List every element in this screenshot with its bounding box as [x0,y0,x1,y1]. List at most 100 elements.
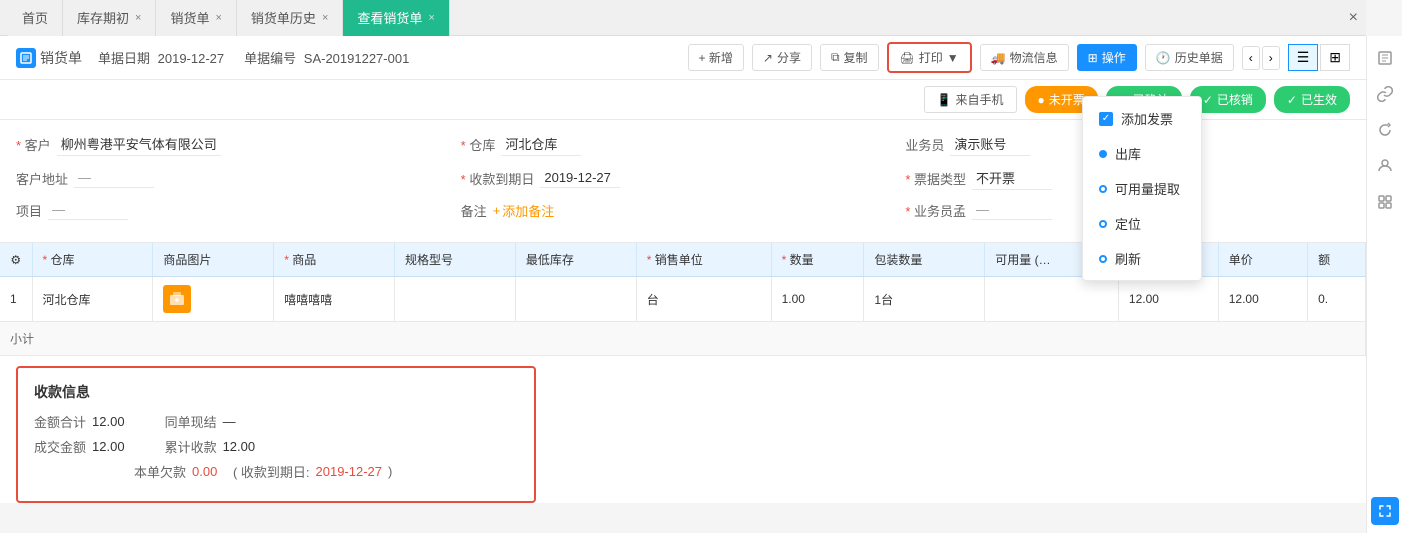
share-button[interactable]: ↗ 分享 [752,44,812,71]
logistics-button[interactable]: 🚚 物流信息 [980,44,1069,71]
sidebar-link-icon[interactable] [1371,80,1399,108]
min-stock-header: 最低库存 [515,243,636,277]
sidebar-user-icon[interactable] [1371,152,1399,180]
tab-view-sales[interactable]: 查看销货单 × [343,0,449,36]
pkg-qty-header: 包装数量 [864,243,985,277]
nav-arrows: ‹ › [1242,46,1280,70]
close-tab-sales[interactable]: × [215,12,221,24]
refresh-radio-icon [1099,255,1107,263]
amount-header: 额 [1308,243,1366,277]
settings-header[interactable]: ⚙ [0,243,32,277]
sidebar-table-icon[interactable] [1371,188,1399,216]
sidebar-expand-icon[interactable] [1371,497,1399,525]
address-field: 客户地址 — [16,168,461,188]
payment-date-field: 收款到期日 2019-12-27 [461,168,906,188]
ticket-type-value[interactable]: 不开票 [972,166,1052,190]
address-value[interactable]: — [74,168,154,188]
payment-title: 收款信息 [34,382,518,402]
row-available[interactable] [985,277,1119,322]
row-pkg-qty[interactable]: 1台 [864,277,985,322]
warehouse-field: 仓库 河北仓库 [461,132,906,156]
share-icon: ↗ [763,51,773,65]
project-label: 项目 [16,201,42,220]
sidebar-rotate-icon[interactable] [1371,116,1399,144]
effective-button[interactable]: ✓ 已生效 [1274,86,1350,113]
close-tab-inventory[interactable]: × [135,12,141,24]
not-open-icon: ● [1038,93,1045,107]
tab-sales[interactable]: 销货单 × [156,0,236,36]
customer-value[interactable]: 柳州粤港平安气体有限公司 [57,132,221,156]
row-unit[interactable]: 台 [636,277,771,322]
dropdown-item-refresh[interactable]: 刷新 [1083,241,1201,276]
global-close-button[interactable]: × [1349,9,1358,27]
history-button[interactable]: 🕐 历史单据 [1145,44,1234,71]
row-product-img [153,277,274,322]
tab-home[interactable]: 首页 [8,0,63,36]
warehouse-header: * 仓库 [32,243,153,277]
copy-icon: ⧉ [831,50,840,65]
toolbar: + 新增 ↗ 分享 ⧉ 复制 🖨 打印 ▼ 🚚 物流信息 [688,42,1350,73]
arrears-value: 0.00 [192,464,217,479]
arrears-note [223,464,227,479]
unit-price-header: 单价 [1218,243,1307,277]
tab-inventory[interactable]: 库存期初 × [63,0,156,36]
add-invoice-label: 添加发票 [1121,109,1173,128]
row-unit-price[interactable]: 12.00 [1218,277,1307,322]
arrears-item: 本单欠款 0.00 ( 收款到期日: 2019-12-27 ) [134,462,392,481]
payment-date-value[interactable]: 2019-12-27 [540,168,620,188]
print-icon: 🖨 [900,51,915,65]
subtotal-label: 小计 [0,322,1366,356]
add-note-button[interactable]: + 添加备注 [493,201,555,220]
product-image [163,285,191,313]
row-product[interactable]: 嘻嘻嘻嘻 [274,277,395,322]
locate-label: 定位 [1115,214,1141,233]
row-spec[interactable] [395,277,516,322]
arrears-label: 本单欠款 [134,462,186,481]
business-staff-value[interactable]: — [972,200,1052,220]
total-label: 金额合计 [34,412,86,431]
row-min-stock[interactable] [515,277,636,322]
tab-sales-history[interactable]: 销货单历史 × [237,0,343,36]
staff-label: 业务员 [905,135,944,154]
row-stock[interactable]: 12.00 [1118,277,1218,322]
cumulative-label: 累计收款 [165,437,217,456]
next-button[interactable]: › [1262,46,1280,70]
row-amount[interactable]: 0. [1308,277,1366,322]
from-phone-button[interactable]: 📱 来自手机 [924,86,1017,113]
dropdown-item-locate[interactable]: 定位 [1083,206,1201,241]
staff-value[interactable]: 演示账号 [950,132,1030,156]
note-label: 备注 [461,201,487,220]
grid-view-button[interactable]: ⊞ [1320,44,1350,71]
print-dropdown-icon: ▼ [947,51,959,65]
truck-icon: 🚚 [991,51,1006,65]
warehouse-value[interactable]: 河北仓库 [501,132,581,156]
copy-button[interactable]: ⧉ 复制 [820,44,879,71]
payment-row-2: 成交金额 12.00 累计收款 12.00 [34,437,518,456]
print-button[interactable]: 🖨 打印 ▼ [890,45,969,70]
subtotal-row: 小计 [0,322,1366,356]
dropdown-item-outbound[interactable]: 出库 [1083,136,1201,171]
doc-date-value: 2019-12-27 [158,51,225,66]
close-tab-sales-history[interactable]: × [322,12,328,24]
project-value[interactable]: — [48,200,128,220]
operate-button[interactable]: ⊞ 操作 [1077,44,1137,71]
spec-header: 规格型号 [395,243,516,277]
close-tab-view-sales[interactable]: × [428,12,434,24]
row-warehouse[interactable]: 河北仓库 [32,277,153,322]
view-toggle: ☰ ⊞ [1288,44,1350,71]
new-button[interactable]: + 新增 [688,44,744,71]
list-view-button[interactable]: ☰ [1288,44,1319,71]
available-qty-radio-icon [1099,185,1107,193]
refresh-label: 刷新 [1115,249,1141,268]
row-quantity[interactable]: 1.00 [771,277,864,322]
sidebar-edit-icon[interactable] [1371,44,1399,72]
project-field: 项目 — [16,200,461,220]
dropdown-item-available-qty[interactable]: 可用量提取 [1083,171,1201,206]
doc-number-meta: 单据编号 SA-20191227-001 [244,48,413,67]
doc-date-label: 单据日期 [98,51,150,66]
customer-label: 客户 [16,135,51,154]
doc-header: 销货单 单据日期 2019-12-27 单据编号 SA-20191227-001… [0,36,1366,80]
dropdown-item-add-invoice[interactable]: ✓ 添加发票 [1083,101,1201,136]
prev-button[interactable]: ‹ [1242,46,1260,70]
same-order-value: — [223,414,236,429]
